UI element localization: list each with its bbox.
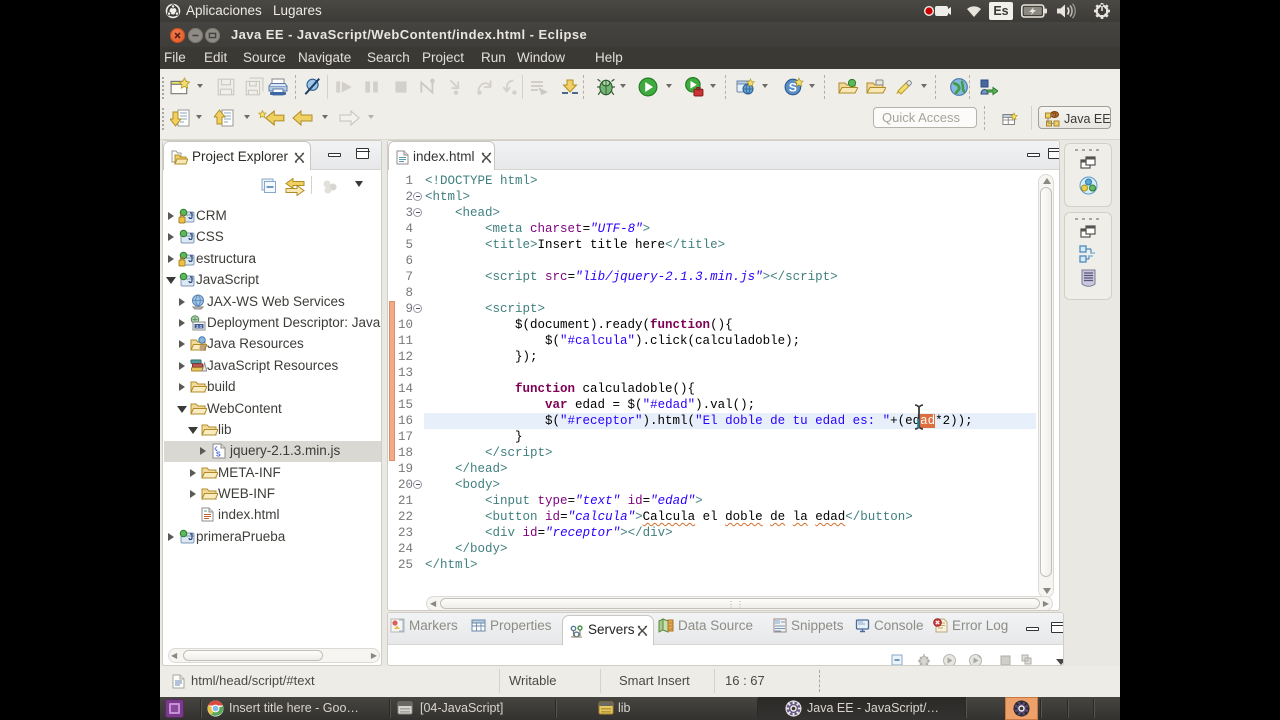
svg-text:3.0: 3.0 <box>196 324 203 329</box>
svg-text:S: S <box>216 452 221 459</box>
